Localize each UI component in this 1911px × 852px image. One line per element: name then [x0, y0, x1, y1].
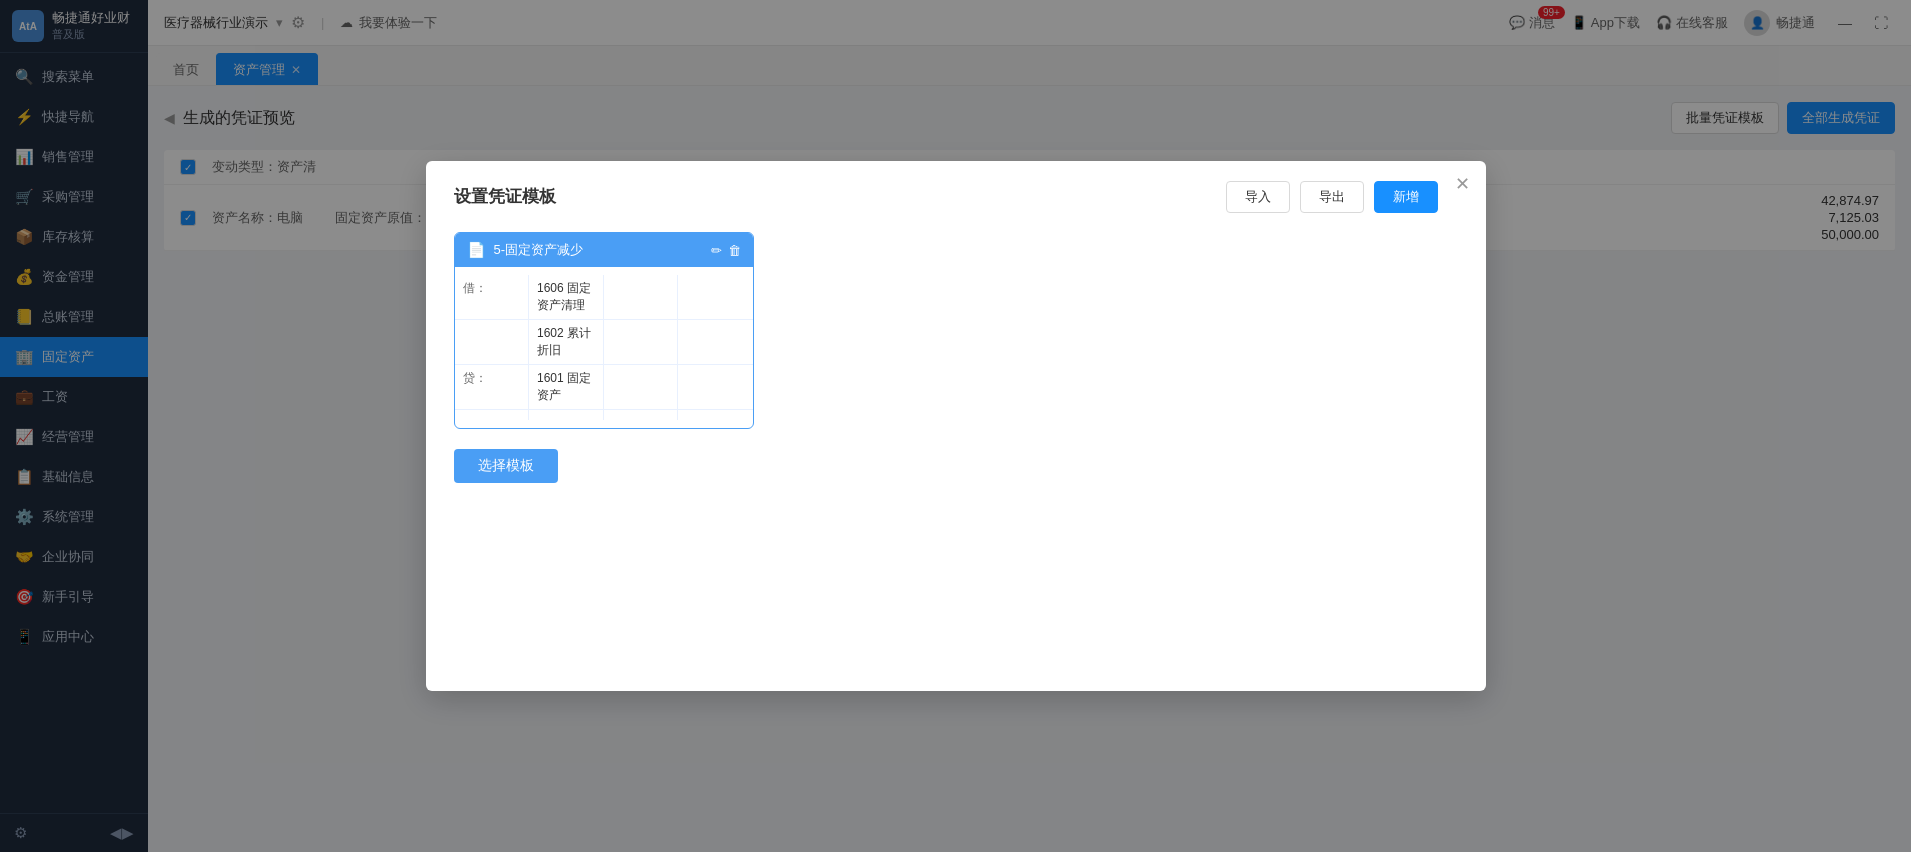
template-cell-type-4: [455, 410, 530, 420]
template-card-body: 借： 1606 固定资产清理 1602 累计折旧 贷： 1601 固定资产: [455, 267, 753, 428]
template-cell-col3-4: [604, 410, 679, 420]
template-card-header: 📄 5-固定资产减少 ✏ 🗑: [455, 233, 753, 267]
new-button[interactable]: 新增: [1374, 181, 1438, 213]
export-button[interactable]: 导出: [1300, 181, 1364, 213]
template-row-1: 借： 1606 固定资产清理: [455, 275, 753, 320]
template-cell-col3-1: [604, 275, 679, 319]
import-button[interactable]: 导入: [1226, 181, 1290, 213]
template-doc-icon: 📄: [467, 241, 486, 259]
select-template-button[interactable]: 选择模板: [454, 449, 558, 483]
template-cell-col4-3: [678, 365, 753, 409]
template-card-actions: ✏ 🗑: [711, 243, 741, 258]
template-delete-button[interactable]: 🗑: [728, 243, 741, 258]
template-card-name: 5-固定资产减少: [494, 241, 703, 259]
template-cell-account-2: 1602 累计折旧: [529, 320, 604, 364]
template-cell-col4-4: [678, 410, 753, 420]
template-row-2: 1602 累计折旧: [455, 320, 753, 365]
template-cell-type-3: 贷：: [455, 365, 530, 409]
template-card: 📄 5-固定资产减少 ✏ 🗑 借： 1606 固定资产清理 1602 累计折旧: [454, 232, 754, 429]
template-cell-account-4: [529, 410, 604, 420]
template-cell-col3-2: [604, 320, 679, 364]
template-cell-type-1: 借：: [455, 275, 530, 319]
template-cell-account-1: 1606 固定资产清理: [529, 275, 604, 319]
modal-overlay[interactable]: 设置凭证模板 ✕ 导入 导出 新增 📄 5-固定资产减少 ✏ 🗑 借： 1606…: [0, 0, 1911, 852]
template-edit-button[interactable]: ✏: [711, 243, 722, 258]
template-cell-col3-3: [604, 365, 679, 409]
template-row-4: [455, 410, 753, 420]
modal-close-button[interactable]: ✕: [1455, 175, 1470, 193]
template-cell-col4-2: [678, 320, 753, 364]
template-cell-col4-1: [678, 275, 753, 319]
template-cell-type-2: [455, 320, 530, 364]
modal-toolbar: 导入 导出 新增: [1226, 181, 1438, 213]
template-row-3: 贷： 1601 固定资产: [455, 365, 753, 410]
modal-dialog: 设置凭证模板 ✕ 导入 导出 新增 📄 5-固定资产减少 ✏ 🗑 借： 1606…: [426, 161, 1486, 691]
template-cell-account-3: 1601 固定资产: [529, 365, 604, 409]
